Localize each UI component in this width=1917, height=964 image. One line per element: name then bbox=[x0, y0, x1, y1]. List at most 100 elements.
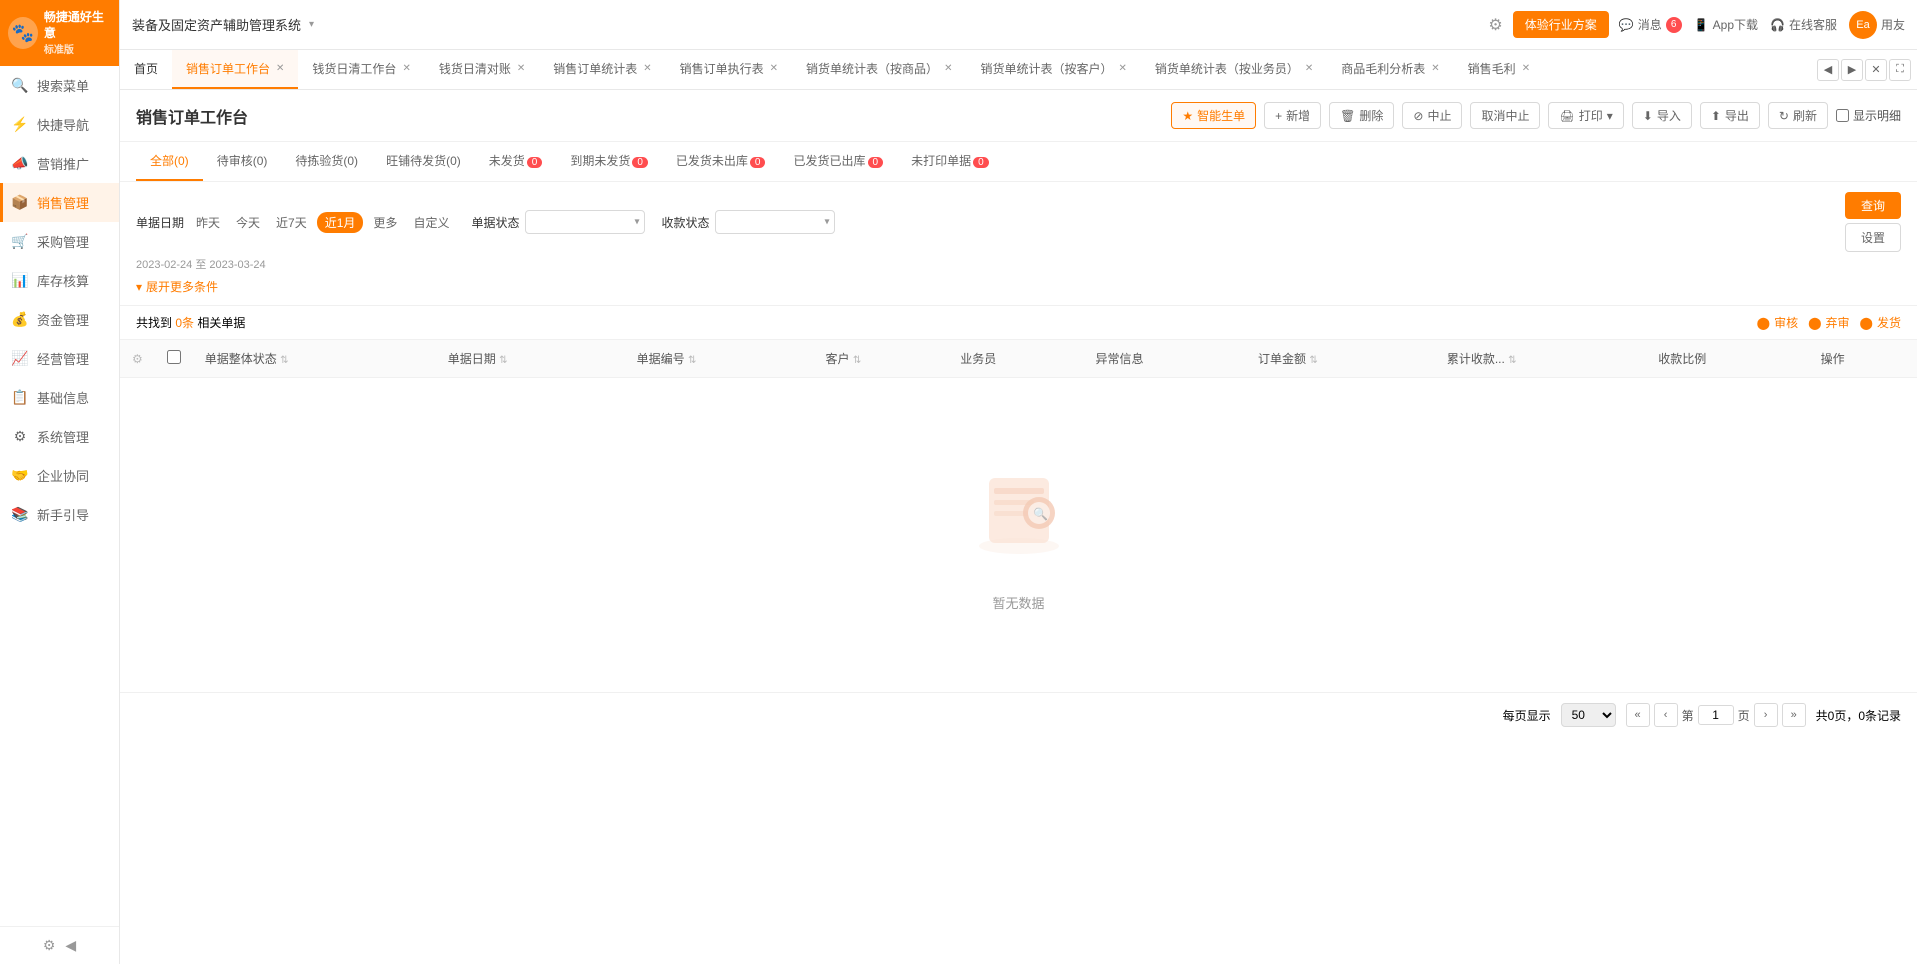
print-btn[interactable]: 🖨 打印 ▾ bbox=[1548, 102, 1623, 129]
date-btn-近1月[interactable]: 近1月 bbox=[317, 212, 364, 233]
tab-sale-customer[interactable]: 销货单统计表（按客户） ✕ bbox=[966, 50, 1140, 89]
subtab-unprinted[interactable]: 未打印单据0 bbox=[897, 142, 1003, 181]
topbar-settings-icon[interactable]: ⚙ bbox=[1488, 15, 1502, 35]
tab-close-sales-workbench[interactable]: ✕ bbox=[276, 63, 284, 74]
tab-profit[interactable]: 商品毛利分析表✕ bbox=[1327, 50, 1453, 89]
tab-close-sale-goods[interactable]: ✕ bbox=[944, 63, 952, 74]
subtab-all[interactable]: 全部(0) bbox=[136, 142, 203, 181]
last-page-btn[interactable]: » bbox=[1782, 703, 1806, 727]
tab-sale-profit[interactable]: 销售毛利✕ bbox=[1454, 50, 1544, 89]
sidebar-item-purchase[interactable]: 🛒采购管理 bbox=[0, 222, 119, 261]
filter-settings-btn[interactable]: 设置 bbox=[1845, 223, 1901, 252]
table-checkbox-col bbox=[155, 340, 193, 378]
table-select-all[interactable] bbox=[167, 350, 181, 364]
tab-sales-workbench[interactable]: 销售订单工作台✕ bbox=[172, 50, 298, 89]
tab-close-sale-customer[interactable]: ✕ bbox=[1118, 63, 1126, 74]
prev-page-btn[interactable]: ‹ bbox=[1654, 703, 1678, 727]
tab-close-sale-profit[interactable]: ✕ bbox=[1522, 63, 1530, 74]
delete-btn[interactable]: 🗑 删除 bbox=[1329, 102, 1394, 129]
tab-close-money-clear[interactable]: ✕ bbox=[402, 63, 410, 74]
tab-close-money-check[interactable]: ✕ bbox=[517, 63, 525, 74]
sidebar-item-collab[interactable]: 🤝企业协同 bbox=[0, 456, 119, 495]
sidebar-item-sales[interactable]: 📦销售管理 bbox=[0, 183, 119, 222]
tab-money-check[interactable]: 钱货日清对账✕ bbox=[425, 50, 539, 89]
show-detail-checkbox[interactable] bbox=[1836, 109, 1849, 122]
tab-nav-prev[interactable]: ◀ bbox=[1817, 59, 1839, 81]
user-item[interactable]: Ea 用友 bbox=[1849, 11, 1905, 39]
import-btn[interactable]: ⬇ 导入 bbox=[1632, 102, 1692, 129]
export-btn[interactable]: ⬆ 导出 bbox=[1700, 102, 1760, 129]
tab-home[interactable]: 首页 bbox=[120, 50, 172, 89]
show-detail-label[interactable]: 显示明细 bbox=[1836, 107, 1901, 124]
sort-icon-customer[interactable]: ⇅ bbox=[853, 355, 861, 366]
sidebar-item-finance[interactable]: 💰资金管理 bbox=[0, 300, 119, 339]
sort-icon-status[interactable]: ⇅ bbox=[280, 355, 288, 366]
sidebar-item-management[interactable]: 📈经营管理 bbox=[0, 339, 119, 378]
next-page-btn[interactable]: › bbox=[1754, 703, 1778, 727]
payment-select[interactable] bbox=[715, 210, 835, 234]
page-size-select[interactable]: 102050100 bbox=[1561, 703, 1616, 727]
sidebar-item-inventory[interactable]: 📊库存核算 bbox=[0, 261, 119, 300]
table-settings-icon[interactable]: ⚙ bbox=[132, 352, 143, 366]
export-icon: ⬆ bbox=[1711, 109, 1721, 123]
new-btn[interactable]: + 新增 bbox=[1264, 102, 1321, 129]
stop-btn[interactable]: ⊘ 中止 bbox=[1402, 102, 1462, 129]
tab-sales-exec[interactable]: 销售订单执行表✕ bbox=[666, 50, 792, 89]
sidebar-settings-btn[interactable]: ⚙ bbox=[43, 937, 56, 954]
date-btn-更多[interactable]: 更多 bbox=[367, 212, 403, 233]
review-btn[interactable]: ⬤ 审核 bbox=[1757, 314, 1798, 331]
sidebar-item-marketing[interactable]: 📣营销推广 bbox=[0, 144, 119, 183]
tab-sales-stat[interactable]: 销售订单统计表✕ bbox=[539, 50, 665, 89]
subtab-pick[interactable]: 待拣验货(0) bbox=[281, 142, 372, 181]
tab-close-sale-staff[interactable]: ✕ bbox=[1305, 63, 1313, 74]
management-icon: 📈 bbox=[11, 350, 29, 368]
date-btn-近7天[interactable]: 近7天 bbox=[270, 212, 313, 233]
subtab-shipped-out[interactable]: 已发货已出库0 bbox=[779, 142, 897, 181]
sidebar-item-guide[interactable]: 📚新手引导 bbox=[0, 495, 119, 534]
sidebar-item-basic[interactable]: 📋基础信息 bbox=[0, 378, 119, 417]
page-input[interactable] bbox=[1698, 705, 1734, 725]
tab-close-sales-exec[interactable]: ✕ bbox=[770, 63, 778, 74]
tab-label: 销货单统计表（按客户） bbox=[980, 60, 1112, 77]
tab-close-sales-stat[interactable]: ✕ bbox=[643, 63, 651, 74]
ship-btn[interactable]: ⬤ 发货 bbox=[1860, 314, 1901, 331]
tab-nav-next[interactable]: ▶ bbox=[1841, 59, 1863, 81]
status-select[interactable] bbox=[525, 210, 645, 234]
sidebar-item-quick[interactable]: ⚡快捷导航 bbox=[0, 105, 119, 144]
tab-sale-staff[interactable]: 销货单统计表（按业务员）✕ bbox=[1141, 50, 1327, 89]
subtab-pending[interactable]: 待审核(0) bbox=[203, 142, 282, 181]
online-service-item[interactable]: 🎧 在线客服 bbox=[1770, 16, 1837, 33]
cancel-stop-btn[interactable]: 取消中止 bbox=[1470, 102, 1540, 129]
sort-icon-amount[interactable]: ⇅ bbox=[1309, 355, 1317, 366]
subtab-label: 已发货已出库 bbox=[793, 154, 865, 168]
refresh-btn[interactable]: ↻ 刷新 bbox=[1768, 102, 1828, 129]
smart-create-btn[interactable]: ★ 智能生单 bbox=[1171, 102, 1256, 129]
sort-icon-number[interactable]: ⇅ bbox=[688, 355, 696, 366]
subtab-shipped-no-out[interactable]: 已发货未出库0 bbox=[662, 142, 780, 181]
sidebar-item-search[interactable]: 🔍搜索菜单 bbox=[0, 66, 119, 105]
subtab-wangpu[interactable]: 旺铺待发货(0) bbox=[372, 142, 475, 181]
tab-nav-expand[interactable]: ⛶ bbox=[1889, 59, 1911, 81]
sort-icon-date[interactable]: ⇅ bbox=[499, 355, 507, 366]
cancel-review-btn[interactable]: ⬤ 弃审 bbox=[1808, 314, 1849, 331]
sidebar-collapse-btn[interactable]: ◀ bbox=[65, 937, 76, 954]
app-download-item[interactable]: 📱 App下载 bbox=[1694, 16, 1758, 33]
tab-label: 首页 bbox=[134, 60, 158, 77]
tab-money-clear[interactable]: 钱货日清工作台✕ bbox=[298, 50, 424, 89]
first-page-btn[interactable]: « bbox=[1626, 703, 1650, 727]
sort-icon-collected[interactable]: ⇅ bbox=[1508, 355, 1516, 366]
status-select-wrap bbox=[525, 210, 645, 234]
subtab-unshipped[interactable]: 未发货0 bbox=[475, 142, 557, 181]
date-btn-昨天[interactable]: 昨天 bbox=[190, 212, 226, 233]
solution-btn[interactable]: 体验行业方案 bbox=[1513, 11, 1609, 38]
date-btn-今天[interactable]: 今天 bbox=[230, 212, 266, 233]
expand-filters-btn[interactable]: ▾ 展开更多条件 bbox=[136, 278, 1901, 295]
tab-sale-goods[interactable]: 销货单统计表（按商品）✕ bbox=[792, 50, 966, 89]
sidebar-item-system[interactable]: ⚙系统管理 bbox=[0, 417, 119, 456]
tab-nav-close[interactable]: ✕ bbox=[1865, 59, 1887, 81]
tab-close-profit[interactable]: ✕ bbox=[1431, 63, 1439, 74]
subtab-overdue[interactable]: 到期未发货0 bbox=[556, 142, 662, 181]
query-btn[interactable]: 查询 bbox=[1845, 192, 1901, 219]
date-btn-自定义[interactable]: 自定义 bbox=[407, 212, 455, 233]
message-item[interactable]: 💬 消息 6 bbox=[1619, 16, 1682, 33]
